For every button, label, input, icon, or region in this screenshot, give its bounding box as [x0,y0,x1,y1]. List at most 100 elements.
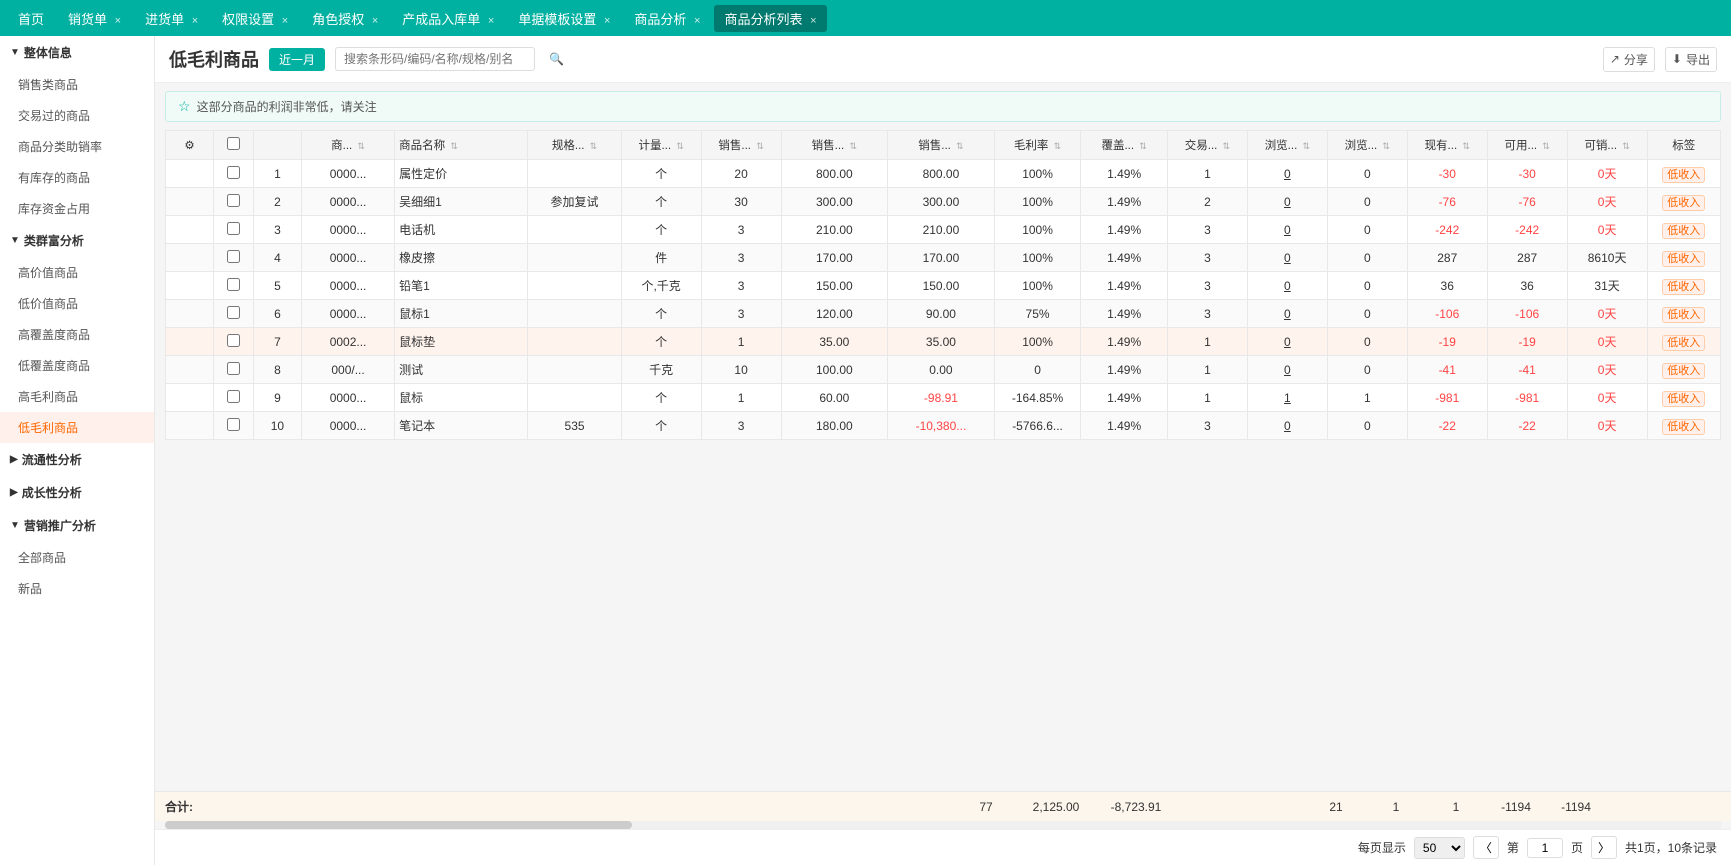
sidebar-group-growth[interactable]: ▶ 成长性分析 [0,476,154,509]
table-container[interactable]: ⚙ 商... ⇅ 商品名称 ⇅ 规格... ⇅ 计量... ⇅ 销售... ⇅ … [165,130,1721,791]
sidebar-item-low-value[interactable]: 低价值商品 [0,288,154,319]
col-header-code[interactable]: 商... ⇅ [301,131,394,160]
col-header-unit[interactable]: 计量... ⇅ [621,131,701,160]
nav-role[interactable]: 角色授权 × [302,5,388,32]
col-header-sales-count[interactable]: 销售... ⇅ [701,131,781,160]
sidebar-item-traded-products[interactable]: 交易过的商品 [0,100,154,131]
nav-purchase-close[interactable]: × [192,15,198,27]
row-settings[interactable] [166,328,214,356]
row-checkbox[interactable] [227,306,240,319]
row-browse1[interactable]: 0 [1247,160,1327,188]
row-browse1[interactable]: 0 [1247,188,1327,216]
row-settings[interactable] [166,272,214,300]
nav-analysis-list[interactable]: 商品分析列表 × [714,5,826,32]
row-check[interactable] [213,188,253,216]
nav-template-close[interactable]: × [604,15,610,27]
nav-analysis-close[interactable]: × [694,15,700,27]
row-browse1[interactable]: 0 [1247,412,1327,440]
col-header-current[interactable]: 现有... ⇅ [1407,131,1487,160]
row-settings[interactable] [166,300,214,328]
row-browse1[interactable]: 0 [1247,328,1327,356]
sidebar-item-category-rate[interactable]: 商品分类助销率 [0,131,154,162]
row-check[interactable] [213,244,253,272]
sidebar-group-marketing[interactable]: ▼ 营销推广分析 [0,509,154,542]
row-browse1[interactable]: 0 [1247,216,1327,244]
nav-role-close[interactable]: × [372,15,378,27]
col-header-spec[interactable]: 规格... ⇅ [528,131,621,160]
sidebar-item-inventory-capital[interactable]: 库存资金占用 [0,193,154,224]
nav-template[interactable]: 单据模板设置 × [508,5,620,32]
next-page-button[interactable]: 〉 [1591,836,1617,859]
row-checkbox[interactable] [227,166,240,179]
row-settings[interactable] [166,244,214,272]
row-checkbox[interactable] [227,390,240,403]
nav-permission-close[interactable]: × [282,15,288,27]
col-header-sales-price[interactable]: 销售... ⇅ [781,131,888,160]
col-header-check[interactable] [213,131,253,160]
col-header-settings[interactable]: ⚙ [166,131,214,160]
sidebar-item-low-coverage[interactable]: 低覆盖度商品 [0,350,154,381]
nav-product-in[interactable]: 产成品入库单 × [392,5,504,32]
nav-permission[interactable]: 权限设置 × [212,5,298,32]
nav-sales[interactable]: 销货单 × [58,5,131,32]
row-checkbox[interactable] [227,278,240,291]
nav-analysis[interactable]: 商品分析 × [624,5,710,32]
row-check[interactable] [213,328,253,356]
col-header-saleable[interactable]: 可销... ⇅ [1567,131,1647,160]
sidebar-item-inventory-products[interactable]: 有库存的商品 [0,162,154,193]
row-browse1[interactable]: 0 [1247,356,1327,384]
prev-page-button[interactable]: 〈 [1473,836,1499,859]
sidebar-item-high-coverage[interactable]: 高覆盖度商品 [0,319,154,350]
row-settings[interactable] [166,412,214,440]
row-check[interactable] [213,216,253,244]
row-browse1[interactable]: 0 [1247,300,1327,328]
row-settings[interactable] [166,216,214,244]
sidebar-item-sales-products[interactable]: 销售类商品 [0,69,154,100]
sidebar-item-high-margin[interactable]: 高毛利商品 [0,381,154,412]
col-header-sales-profit[interactable]: 销售... ⇅ [888,131,995,160]
row-checkbox[interactable] [227,362,240,375]
row-check[interactable] [213,412,253,440]
row-settings[interactable] [166,356,214,384]
row-settings[interactable] [166,384,214,412]
row-checkbox[interactable] [227,334,240,347]
col-header-browse2[interactable]: 浏览... ⇅ [1327,131,1407,160]
row-settings[interactable] [166,160,214,188]
sidebar-group-overall[interactable]: ▼ 整体信息 [0,36,154,69]
row-check[interactable] [213,160,253,188]
horizontal-scrollbar[interactable] [165,821,1721,829]
scrollbar-thumb[interactable] [165,821,632,829]
row-settings[interactable] [166,188,214,216]
filter-period-button[interactable]: 近一月 [269,48,325,71]
row-check[interactable] [213,272,253,300]
search-icon[interactable]: 🔍 [549,52,564,66]
nav-sales-close[interactable]: × [115,15,121,27]
row-check[interactable] [213,356,253,384]
search-input[interactable] [335,47,535,71]
nav-analysis-list-close[interactable]: × [810,15,816,27]
col-header-cover[interactable]: 覆盖... ⇅ [1081,131,1168,160]
nav-home[interactable]: 首页 [8,5,54,32]
sidebar-item-low-margin[interactable]: 低毛利商品 [0,412,154,443]
col-header-browse1[interactable]: 浏览... ⇅ [1247,131,1327,160]
col-header-trade[interactable]: 交易... ⇅ [1167,131,1247,160]
export-button[interactable]: ⬇ 导出 [1665,47,1717,72]
row-browse1[interactable]: 0 [1247,244,1327,272]
sidebar-item-all-products[interactable]: 全部商品 [0,542,154,573]
sidebar-item-high-value[interactable]: 高价值商品 [0,257,154,288]
sidebar-item-new-products[interactable]: 新品 [0,573,154,604]
col-header-gross-rate[interactable]: 毛利率 ⇅ [994,131,1081,160]
row-browse1[interactable]: 1 [1247,384,1327,412]
row-check[interactable] [213,384,253,412]
row-browse1[interactable]: 0 [1247,272,1327,300]
share-button[interactable]: ↗ 分享 [1603,47,1655,72]
row-checkbox[interactable] [227,222,240,235]
page-number-input[interactable] [1527,838,1563,858]
row-checkbox[interactable] [227,250,240,263]
col-header-available[interactable]: 可用... ⇅ [1487,131,1567,160]
row-checkbox[interactable] [227,194,240,207]
nav-purchase[interactable]: 进货单 × [135,5,208,32]
per-page-select[interactable]: 50 100 200 [1414,837,1465,859]
nav-product-in-close[interactable]: × [488,15,494,27]
sidebar-group-category[interactable]: ▼ 类群富分析 [0,224,154,257]
